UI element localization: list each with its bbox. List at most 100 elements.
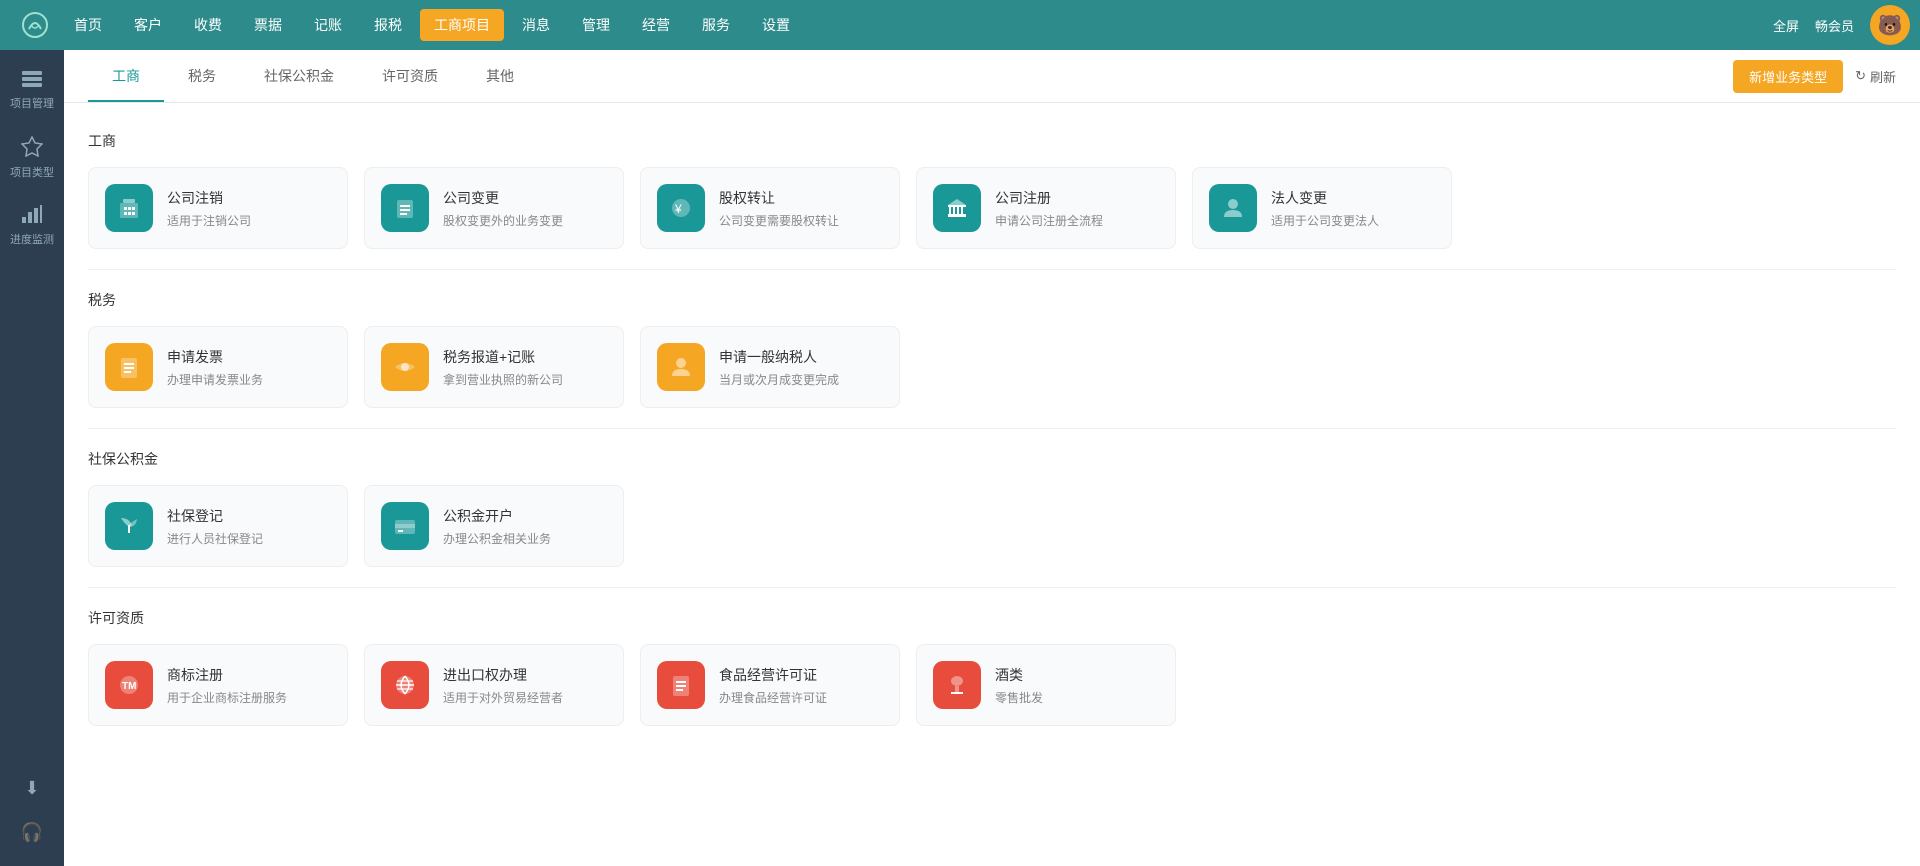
nav-item-管理[interactable]: 管理 <box>568 9 624 41</box>
sidebar-item-progress[interactable]: 进度监测 <box>4 194 60 257</box>
card-title: 进出口权办理 <box>443 665 563 685</box>
card-社保登记[interactable]: 社保登记进行人员社保登记 <box>88 485 348 567</box>
mascot-avatar: 🐻 <box>1870 5 1910 45</box>
nav-item-工商项目[interactable]: 工商项目 <box>420 9 504 41</box>
card-icon-公积金开户 <box>381 502 429 550</box>
card-desc: 办理公积金相关业务 <box>443 530 551 547</box>
card-desc: 当月或次月成变更完成 <box>719 371 839 388</box>
sidebar-item-label: 项目管理 <box>10 98 54 111</box>
section-title-shebao: 社保公积金 <box>88 449 1896 469</box>
divider-3 <box>88 587 1896 588</box>
card-text-股权转让: 股权转让公司变更需要股权转让 <box>719 188 839 229</box>
card-desc: 办理申请发票业务 <box>167 371 263 388</box>
card-股权转让[interactable]: ¥ 股权转让公司变更需要股权转让 <box>640 167 900 249</box>
card-text-法人变更: 法人变更适用于公司变更法人 <box>1271 188 1379 229</box>
card-text-申请发票: 申请发票办理申请发票业务 <box>167 347 263 388</box>
refresh-icon: ↻ <box>1855 68 1866 84</box>
card-text-食品经营许可证: 食品经营许可证办理食品经营许可证 <box>719 665 827 706</box>
card-desc: 零售批发 <box>995 689 1043 706</box>
card-申请发票[interactable]: 申请发票办理申请发票业务 <box>88 326 348 408</box>
card-icon-公司注销 <box>105 184 153 232</box>
card-desc: 公司变更需要股权转让 <box>719 212 839 229</box>
project-management-icon <box>21 70 43 94</box>
card-税务报道+记账[interactable]: 税务报道+记账拿到营业执照的新公司 <box>364 326 624 408</box>
card-title: 公积金开户 <box>443 506 551 526</box>
card-desc: 拿到营业执照的新公司 <box>443 371 563 388</box>
card-公司变更[interactable]: 公司变更股权变更外的业务变更 <box>364 167 624 249</box>
nav-item-客户[interactable]: 客户 <box>120 9 176 41</box>
card-申请一般纳税人[interactable]: 申请一般纳税人当月或次月成变更完成 <box>640 326 900 408</box>
card-text-申请一般纳税人: 申请一般纳税人当月或次月成变更完成 <box>719 347 839 388</box>
sidebar-item-project-management[interactable]: 项目管理 <box>4 60 60 121</box>
card-icon-食品经营许可证 <box>657 661 705 709</box>
project-type-icon <box>21 135 43 163</box>
card-title: 法人变更 <box>1271 188 1379 208</box>
nav-item-首页[interactable]: 首页 <box>60 9 116 41</box>
card-法人变更[interactable]: 法人变更适用于公司变更法人 <box>1192 167 1452 249</box>
add-type-button[interactable]: 新增业务类型 <box>1733 60 1843 93</box>
card-进出口权办理[interactable]: 进出口权办理适用于对外贸易经营者 <box>364 644 624 726</box>
divider-1 <box>88 269 1896 270</box>
card-酒类[interactable]: 酒类零售批发 <box>916 644 1176 726</box>
card-title: 公司注销 <box>167 188 251 208</box>
tab-社保公积金[interactable]: 社保公积金 <box>240 50 358 102</box>
refresh-button[interactable]: ↻ 刷新 <box>1855 67 1896 86</box>
divider-2 <box>88 428 1896 429</box>
nav-item-服务[interactable]: 服务 <box>688 9 744 41</box>
sidebar-bottom: ⬇ 🎧 <box>14 770 50 866</box>
content-area: 工商 公司注销适用于注销公司公司变更股权变更外的业务变更¥股权转让公司变更需要股… <box>64 103 1920 866</box>
card-desc: 进行人员社保登记 <box>167 530 263 547</box>
tab-税务[interactable]: 税务 <box>164 50 240 102</box>
card-text-公司注销: 公司注销适用于注销公司 <box>167 188 251 229</box>
nav-item-消息[interactable]: 消息 <box>508 9 564 41</box>
card-icon-公司变更 <box>381 184 429 232</box>
card-公司注销[interactable]: 公司注销适用于注销公司 <box>88 167 348 249</box>
vip-button[interactable]: 畅会员 <box>1815 16 1854 35</box>
support-icon[interactable]: 🎧 <box>14 814 50 850</box>
card-icon-酒类 <box>933 661 981 709</box>
card-text-进出口权办理: 进出口权办理适用于对外贸易经营者 <box>443 665 563 706</box>
app-logo <box>10 11 60 39</box>
nav-item-设置[interactable]: 设置 <box>748 9 804 41</box>
tabs-container: 工商税务社保公积金许可资质其他 <box>88 50 538 102</box>
shuiwu-cards: 申请发票办理申请发票业务 税务报道+记账拿到营业执照的新公司 申请一般纳税人当月或次… <box>88 326 1896 408</box>
download-icon[interactable]: ⬇ <box>14 770 50 806</box>
card-desc: 适用于注销公司 <box>167 212 251 229</box>
card-desc: 申请公司注册全流程 <box>995 212 1103 229</box>
tabs-bar: 工商税务社保公积金许可资质其他 新增业务类型 ↻ 刷新 <box>64 50 1920 103</box>
sidebar-item-label: 项目类型 <box>10 167 54 180</box>
tab-actions: 新增业务类型 ↻ 刷新 <box>1733 60 1896 93</box>
nav-item-记账[interactable]: 记账 <box>300 9 356 41</box>
card-商标注册[interactable]: TM商标注册用于企业商标注册服务 <box>88 644 348 726</box>
nav-item-收费[interactable]: 收费 <box>180 9 236 41</box>
card-title: 商标注册 <box>167 665 287 685</box>
card-title: 申请发票 <box>167 347 263 367</box>
tab-工商[interactable]: 工商 <box>88 50 164 102</box>
nav-item-报税[interactable]: 报税 <box>360 9 416 41</box>
card-desc: 适用于公司变更法人 <box>1271 212 1379 229</box>
section-title-xuke: 许可资质 <box>88 608 1896 628</box>
card-食品经营许可证[interactable]: 食品经营许可证办理食品经营许可证 <box>640 644 900 726</box>
card-icon-法人变更 <box>1209 184 1257 232</box>
card-desc: 适用于对外贸易经营者 <box>443 689 563 706</box>
card-公积金开户[interactable]: 公积金开户办理公积金相关业务 <box>364 485 624 567</box>
svg-text:¥: ¥ <box>674 202 682 216</box>
card-text-酒类: 酒类零售批发 <box>995 665 1043 706</box>
nav-item-票据[interactable]: 票据 <box>240 9 296 41</box>
card-公司注册[interactable]: 公司注册申请公司注册全流程 <box>916 167 1176 249</box>
sidebar-item-project-type[interactable]: 项目类型 <box>4 125 60 190</box>
card-title: 税务报道+记账 <box>443 347 563 367</box>
card-text-公司变更: 公司变更股权变更外的业务变更 <box>443 188 563 229</box>
tab-许可资质[interactable]: 许可资质 <box>358 50 462 102</box>
card-title: 酒类 <box>995 665 1043 685</box>
fullscreen-button[interactable]: 全屏 <box>1773 16 1799 35</box>
card-icon-进出口权办理 <box>381 661 429 709</box>
card-text-社保登记: 社保登记进行人员社保登记 <box>167 506 263 547</box>
tab-其他[interactable]: 其他 <box>462 50 538 102</box>
card-title: 申请一般纳税人 <box>719 347 839 367</box>
card-icon-商标注册: TM <box>105 661 153 709</box>
card-icon-社保登记 <box>105 502 153 550</box>
nav-item-经营[interactable]: 经营 <box>628 9 684 41</box>
xuke-cards: TM商标注册用于企业商标注册服务进出口权办理适用于对外贸易经营者食品经营许可证办… <box>88 644 1896 726</box>
card-desc: 股权变更外的业务变更 <box>443 212 563 229</box>
